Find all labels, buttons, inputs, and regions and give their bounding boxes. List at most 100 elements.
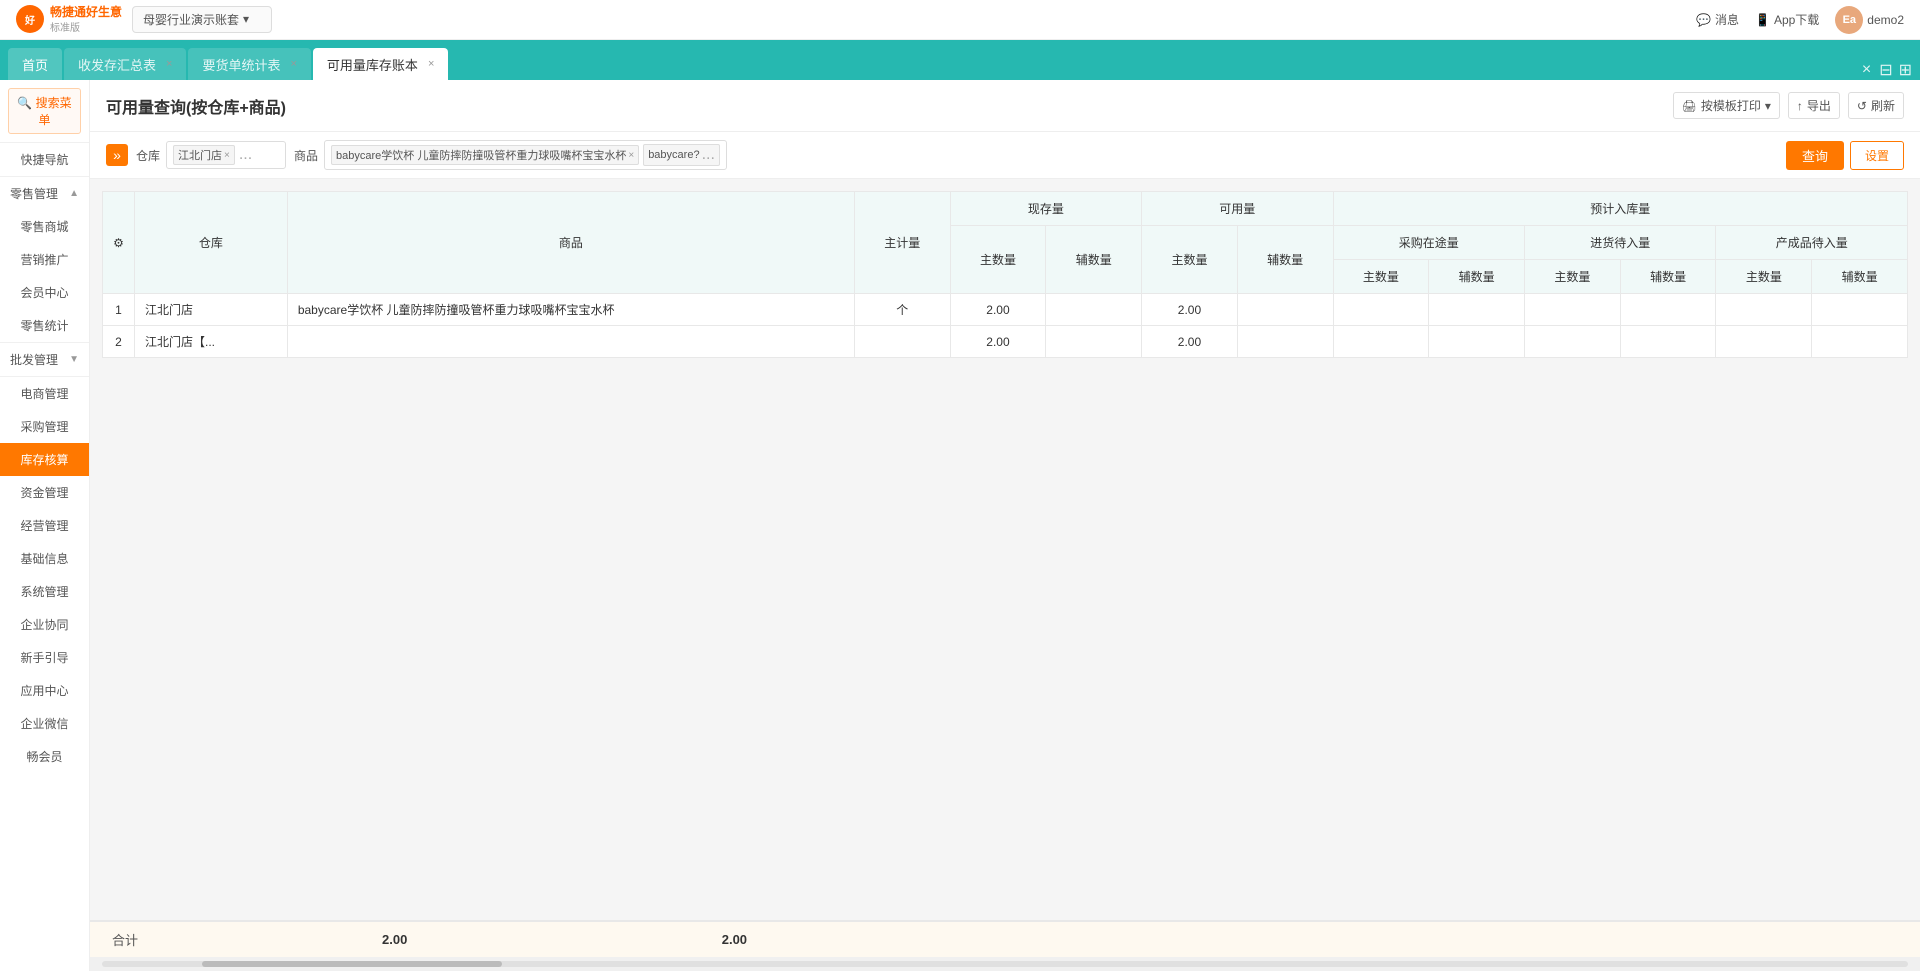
sidebar-item-retail-mall[interactable]: 零售商城 [0,210,89,243]
app-download-btn[interactable]: 📱 App下载 [1755,11,1819,28]
sidebar-item-stock-check[interactable]: 库存核算 [0,443,89,476]
cell-production-main [1716,294,1812,326]
message-label: 消息 [1715,11,1739,28]
footer-label: 合计 [102,930,302,949]
page-actions: 🖨 按模板打印 ▾ ↑ 导出 ↺ 刷新 [1673,92,1904,119]
sidebar-item-ecommerce[interactable]: 电商管理 [0,377,89,410]
sidebar-item-sys-mgmt[interactable]: 系统管理 [0,575,89,608]
footer-values: 2.00 2.00 [302,932,1908,947]
filter-expand-btn[interactable]: » [106,144,128,166]
scroll-thumb[interactable] [202,961,502,967]
tab-order-stats[interactable]: 要货单统计表 × [188,48,310,80]
export-icon: ↑ [1797,99,1803,113]
warehouse-tag-text: 江北门店 [178,147,222,163]
product-tag-text-1: babycare学饮杯 儿童防摔防撞吸管杯重力球吸嘴杯宝宝水杯 [336,147,626,163]
close-all-tabs: × ⊟ ⊞ [1862,60,1912,80]
minimize-icon[interactable]: ⊟ [1879,60,1892,80]
query-button[interactable]: 查询 [1786,141,1844,170]
enterprise-wechat-label: 企业微信 [20,715,68,732]
cell-warehouse: 江北门店 [135,294,288,326]
product-filter-label: 商品 [294,147,318,164]
horizontal-scrollbar[interactable] [90,957,1920,971]
avatar: Ea [1835,6,1863,34]
sidebar-item-finance[interactable]: 资金管理 [0,476,89,509]
retail-stats-label: 零售统计 [20,317,68,334]
warehouse-tag-1: 江北门店 × [173,145,235,165]
user-profile[interactable]: Ea demo2 [1835,6,1904,34]
refresh-btn[interactable]: ↺ 刷新 [1848,92,1904,119]
sidebar-item-marketing[interactable]: 营销推广 [0,243,89,276]
product-more[interactable]: ... [702,146,715,164]
quick-nav-label: 快捷导航 [20,151,68,168]
cell-inbound-aux [1620,294,1716,326]
logo-icon: 好 [16,5,44,33]
footer-p2 [1136,932,1290,947]
warehouse-filter-value[interactable]: 江北门店 × ... [166,141,286,169]
th-stock-group: 现存量 [950,192,1141,226]
tab-receive-summary-close[interactable]: × [166,58,172,70]
footer-stock-aux [487,932,641,947]
sidebar-item-operations[interactable]: 经营管理 [0,509,89,542]
th-available-group: 可用量 [1142,192,1333,226]
filter-actions: 查询 设置 [1786,141,1904,170]
stock-check-label: 库存核算 [20,451,68,468]
sidebar-item-member-center[interactable]: 会员中心 [0,276,89,309]
tab-home[interactable]: 首页 [8,48,62,80]
footer-p3 [1290,932,1444,947]
enterprise-collab-label: 企业协同 [20,616,68,633]
tab-order-stats-close[interactable]: × [290,58,296,70]
export-btn[interactable]: ↑ 导出 [1788,92,1840,119]
warehouse-filter-field: 仓库 江北门店 × ... [136,141,286,169]
sidebar-item-new-guide[interactable]: 新手引导 [0,641,89,674]
app-download-label: App下载 [1774,11,1819,28]
sidebar-item-retail-mgmt[interactable]: 零售管理 ▲ [0,177,89,210]
print-arrow: ▾ [1765,99,1771,113]
print-icon: 🖨 [1682,99,1697,113]
sidebar-item-basic-info[interactable]: 基础信息 [0,542,89,575]
sidebar-item-wholesale-mgmt[interactable]: 批发管理 ▼ [0,343,89,376]
product-filter-value[interactable]: babycare学饮杯 儿童防摔防撞吸管杯重力球吸嘴杯宝宝水杯 × babyca… [324,140,727,170]
cell-product [287,326,854,358]
cell-inbound-main [1525,294,1621,326]
th-unit: 主计量 [854,192,950,294]
industry-selector[interactable]: 母婴行业演示账套 ▾ [132,6,272,33]
retail-mall-label: 零售商城 [20,218,68,235]
print-btn[interactable]: 🖨 按模板打印 ▾ [1673,92,1780,119]
message-btn[interactable]: 💬 消息 [1696,11,1739,28]
scroll-track [102,961,1908,967]
footer-p4 [1445,932,1599,947]
warehouse-more-dots[interactable]: ... [239,146,252,164]
warehouse-tag-close[interactable]: × [224,150,230,161]
search-menu-label: 搜索菜单 [36,96,72,127]
sidebar-item-retail-stats[interactable]: 零售统计 [0,309,89,342]
filter-bar: » 仓库 江北门店 × ... 商品 babycare学饮杯 儿童防摔防撞吸管杯… [90,132,1920,179]
tab-order-stats-label: 要货单统计表 [202,55,280,74]
print-label: 按模板打印 [1701,97,1761,114]
logo-text-group: 畅捷通好生意 标准版 [50,5,122,34]
sidebar-item-app-center[interactable]: 应用中心 [0,674,89,707]
tab-available-stock[interactable]: 可用量库存账本 × [313,48,448,80]
sidebar-item-enterprise-wechat[interactable]: 企业微信 [0,707,89,740]
sidebar-search: 🔍 搜索菜单 [0,80,89,143]
cell-production-main [1716,326,1812,358]
maximize-icon[interactable]: ⊞ [1899,60,1912,80]
cell-available-aux [1237,294,1333,326]
sidebar-item-purchase[interactable]: 采购管理 [0,410,89,443]
search-menu-btn[interactable]: 🔍 搜索菜单 [8,88,81,134]
table-settings-col[interactable]: ⚙ [103,192,135,294]
product-tag-1: babycare学饮杯 儿童防摔防撞吸管杯重力球吸嘴杯宝宝水杯 × [331,145,639,165]
wholesale-mgmt-label: 批发管理 [10,351,58,368]
tab-receive-summary[interactable]: 收发存汇总表 × [64,48,186,80]
sidebar-item-quick-nav[interactable]: 快捷导航 [0,143,89,176]
sidebar-item-enterprise-collab[interactable]: 企业协同 [0,608,89,641]
close-all-icon[interactable]: × [1862,61,1871,79]
tab-available-stock-close[interactable]: × [428,58,434,70]
settings-button[interactable]: 设置 [1850,141,1904,170]
cell-purchase-main [1333,294,1429,326]
product-tag-1-close[interactable]: × [628,150,634,161]
footer-row: 合计 2.00 2.00 [102,930,1908,949]
wholesale-section: 批发管理 ▼ [0,343,89,377]
top-bar-right: 💬 消息 📱 App下载 Ea demo2 [1696,6,1904,34]
sidebar-item-vip-member[interactable]: 畅会员 [0,740,89,773]
th-inbound-aux: 辅数量 [1620,260,1716,294]
